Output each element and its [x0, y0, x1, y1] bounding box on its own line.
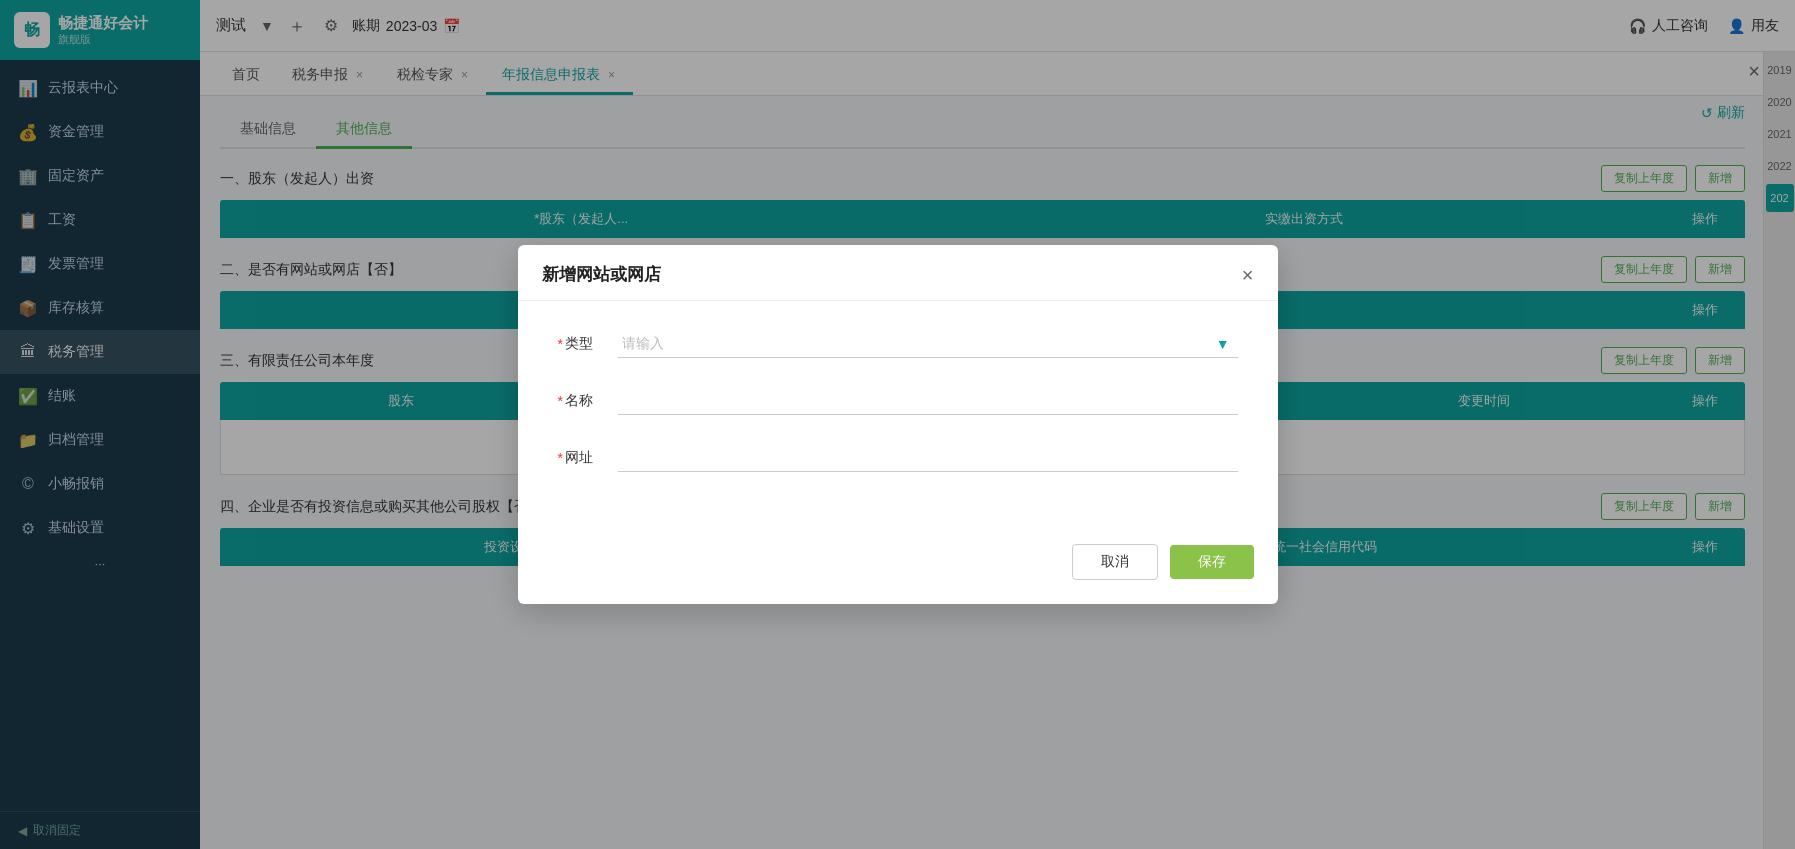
name-label-text: 名称	[565, 392, 593, 410]
modal-title: 新增网站或网店	[542, 263, 661, 286]
cancel-button[interactable]: 取消	[1072, 544, 1158, 580]
form-group-type: * 类型 ▼	[558, 329, 1238, 358]
url-label: * 网址	[558, 449, 618, 467]
type-label-text: 类型	[565, 335, 593, 353]
name-required-mark: *	[558, 393, 563, 409]
type-label: * 类型	[558, 335, 618, 353]
type-input[interactable]	[618, 329, 1238, 358]
url-control-wrap	[618, 443, 1238, 472]
modal-close-button[interactable]: ×	[1242, 265, 1254, 285]
form-group-name: * 名称	[558, 386, 1238, 415]
type-required-mark: *	[558, 336, 563, 352]
modal-footer: 取消 保存	[518, 528, 1278, 604]
name-control-wrap	[618, 386, 1238, 415]
modal-add-website: 新增网站或网店 × * 类型 ▼ * 名称	[518, 245, 1278, 604]
save-button[interactable]: 保存	[1170, 545, 1254, 579]
type-control-wrap: ▼	[618, 329, 1238, 358]
type-dropdown-icon[interactable]: ▼	[1216, 336, 1230, 352]
name-label: * 名称	[558, 392, 618, 410]
url-label-text: 网址	[565, 449, 593, 467]
modal-body: * 类型 ▼ * 名称 *	[518, 301, 1278, 528]
url-required-mark: *	[558, 450, 563, 466]
modal-overlay[interactable]: 新增网站或网店 × * 类型 ▼ * 名称	[0, 0, 1795, 849]
url-input[interactable]	[618, 443, 1238, 472]
modal-header: 新增网站或网店 ×	[518, 245, 1278, 301]
form-group-url: * 网址	[558, 443, 1238, 472]
name-input[interactable]	[618, 386, 1238, 415]
